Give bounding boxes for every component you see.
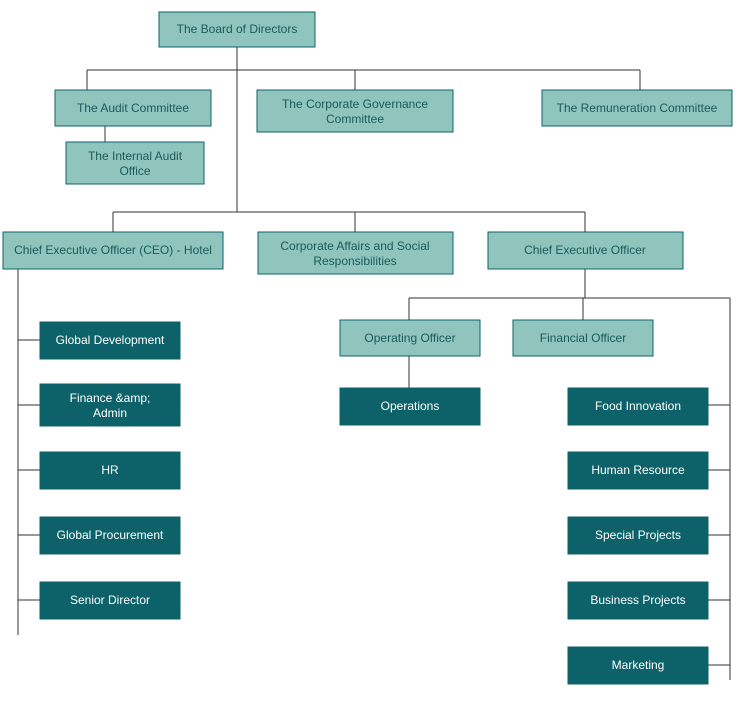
label-board: The Board of Directors xyxy=(177,22,298,36)
label-gdev: Global Development xyxy=(56,333,165,347)
label-bproj: Business Projects xyxy=(590,593,685,607)
label-iaudit1: The Internal Audit xyxy=(88,149,183,163)
label-fadmin2: Admin xyxy=(93,406,127,420)
node-ceo: Chief Executive Officer xyxy=(488,232,683,269)
node-remuneration: The Remuneration Committee xyxy=(542,90,732,126)
label-hr: HR xyxy=(101,463,119,477)
node-financial-officer: Financial Officer xyxy=(513,320,653,356)
label-gov1: The Corporate Governance xyxy=(282,97,428,111)
node-hr: HR xyxy=(40,452,180,489)
node-audit: The Audit Committee xyxy=(55,90,211,126)
label-opoff: Operating Officer xyxy=(364,331,455,345)
label-sdir: Senior Director xyxy=(70,593,150,607)
node-corporate-affairs: Corporate Affairs and Social Responsibil… xyxy=(258,232,453,274)
label-gproc: Global Procurement xyxy=(57,528,164,542)
node-global-development: Global Development xyxy=(40,322,180,359)
node-ceo-hotel: Chief Executive Officer (CEO) - Hotel xyxy=(3,232,223,269)
label-fadmin1: Finance &amp; xyxy=(70,391,151,405)
label-casr2: Responsibilities xyxy=(313,254,396,268)
node-marketing: Marketing xyxy=(568,647,708,684)
label-ceoh: Chief Executive Officer (CEO) - Hotel xyxy=(14,243,212,257)
node-senior-director: Senior Director xyxy=(40,582,180,619)
node-operating-officer: Operating Officer xyxy=(340,320,480,356)
node-governance: The Corporate Governance Committee xyxy=(257,90,453,132)
label-iaudit2: Office xyxy=(119,164,150,178)
node-operations: Operations xyxy=(340,388,480,425)
node-internal-audit: The Internal Audit Office xyxy=(66,142,204,184)
label-gov2: Committee xyxy=(326,112,384,126)
node-global-procurement: Global Procurement xyxy=(40,517,180,554)
label-food: Food Innovation xyxy=(595,399,681,413)
label-casr1: Corporate Affairs and Social xyxy=(280,239,429,253)
label-hres: Human Resource xyxy=(591,463,685,477)
label-audit: The Audit Committee xyxy=(77,101,189,115)
label-sproj: Special Projects xyxy=(595,528,681,542)
node-business-projects: Business Projects xyxy=(568,582,708,619)
label-rem: The Remuneration Committee xyxy=(557,101,718,115)
node-special-projects: Special Projects xyxy=(568,517,708,554)
node-human-resource: Human Resource xyxy=(568,452,708,489)
label-finoff: Financial Officer xyxy=(540,331,626,345)
node-board: The Board of Directors xyxy=(159,12,315,47)
node-finance-admin: Finance &amp; Admin xyxy=(40,384,180,426)
label-mkt: Marketing xyxy=(612,658,665,672)
label-ops: Operations xyxy=(381,399,440,413)
node-food-innovation: Food Innovation xyxy=(568,388,708,425)
org-chart: The Board of Directors The Audit Committ… xyxy=(0,0,737,708)
label-ceo: Chief Executive Officer xyxy=(524,243,646,257)
